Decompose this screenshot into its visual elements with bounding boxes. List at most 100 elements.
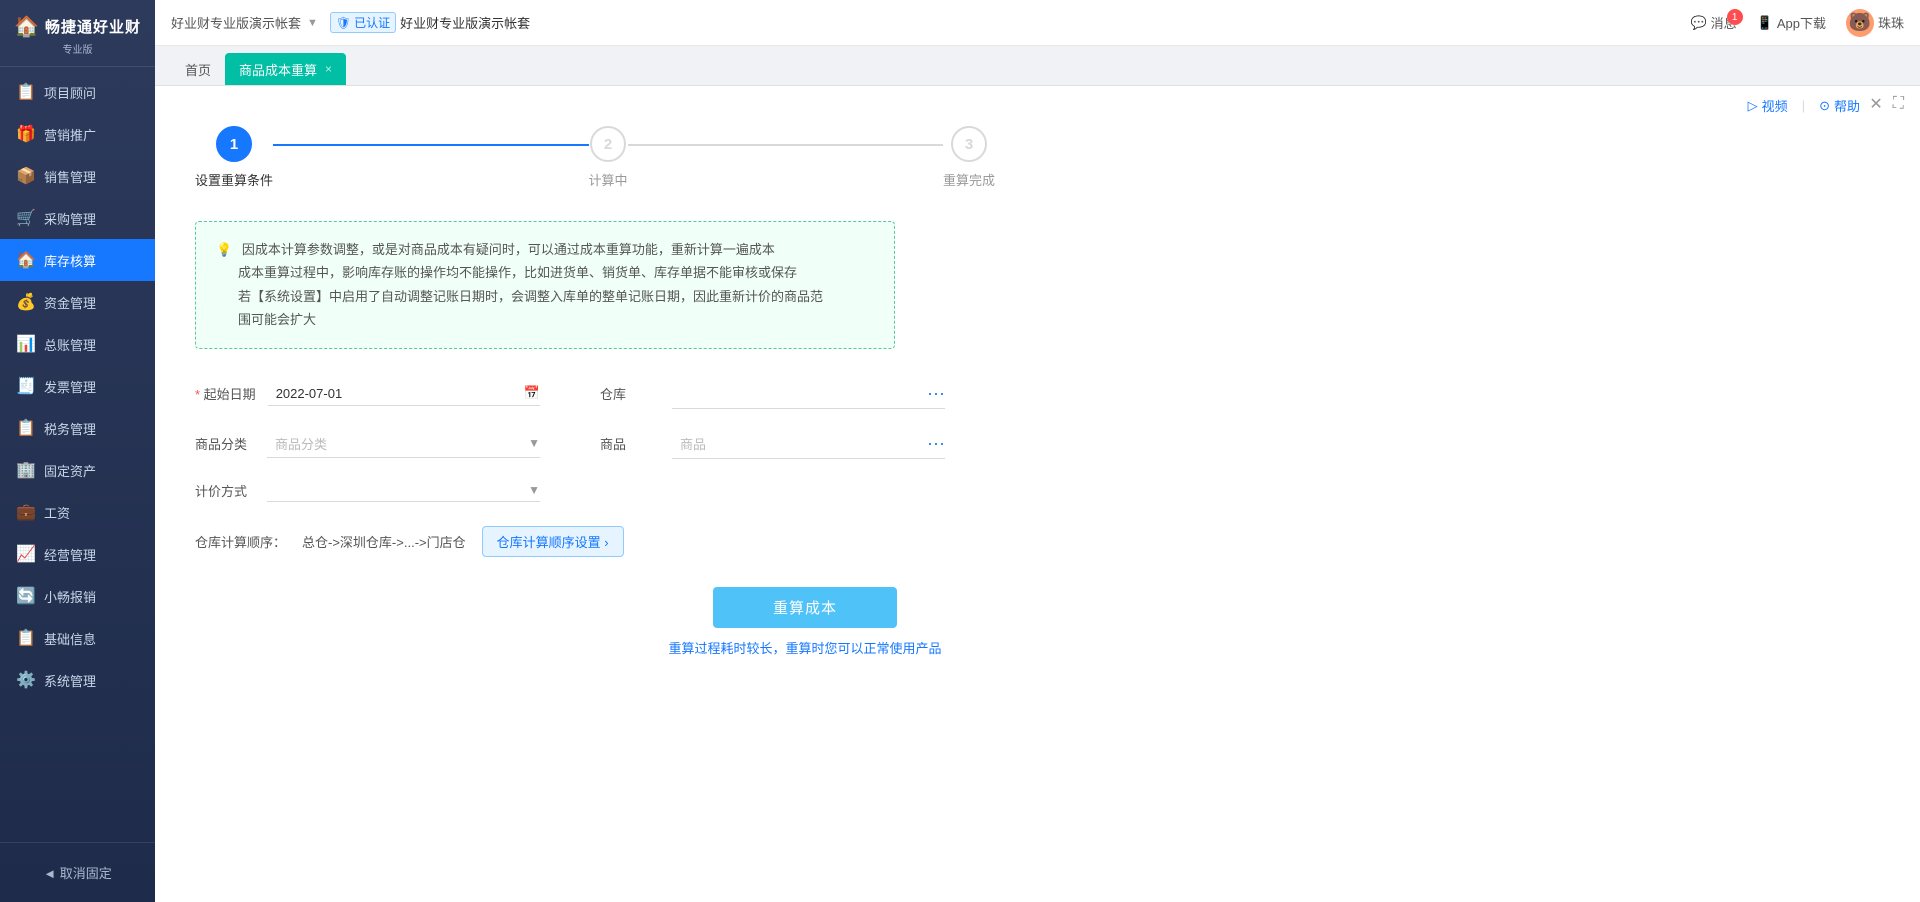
step-2-number: 2	[604, 136, 612, 153]
finance-icon: 💰	[16, 292, 36, 312]
warehouse-order-setting-button[interactable]: 仓库计算顺序设置 ›	[482, 526, 624, 557]
tab-close-icon[interactable]: ×	[325, 62, 332, 76]
purchase-icon: 🛒	[16, 208, 36, 228]
sidebar-bottom: ◄ 取消固定	[0, 842, 155, 902]
step-3-number: 3	[965, 136, 973, 153]
start-date-row: * 起始日期 2022-07-01 📅	[195, 379, 540, 409]
calendar-icon[interactable]: 📅	[524, 385, 540, 401]
help-label: 帮助	[1834, 96, 1860, 115]
sidebar-item-label: 资金管理	[44, 293, 96, 312]
dropdown-icon: ▼	[307, 17, 318, 29]
sidebar-item-inventory[interactable]: 🏠 库存核算	[0, 239, 155, 281]
inventory-icon: 🏠	[16, 250, 36, 270]
category-label: 商品分类	[195, 434, 255, 453]
video-link[interactable]: ▷ 视频	[1748, 96, 1788, 115]
app-download-button[interactable]: 📱 App下载	[1757, 13, 1826, 32]
info-text-1: 因成本计算参数调整，或是对商品成本有疑问时，可以通过成本重算功能，重新计算一遍成…	[242, 242, 775, 257]
sidebar-item-sales[interactable]: 📦 销售管理	[0, 155, 155, 197]
goods-dots-button[interactable]: ···	[919, 433, 945, 454]
info-line-3: 若【系统设置】中启用了自动调整记账日期时，会调整入库单的整单记账日期，因此重新计…	[238, 285, 874, 308]
sidebar-item-purchase[interactable]: 🛒 采购管理	[0, 197, 155, 239]
maximize-window-button[interactable]: ⛶	[1893, 95, 1904, 113]
sidebar-item-accounting[interactable]: 📊 总账管理	[0, 323, 155, 365]
main-area: 好业财专业版演示帐套 ▼ 🛡 已认证 好业财专业版演示帐套 💬 消息 1 📱 A…	[155, 0, 1920, 902]
warehouse-label: 仓库	[600, 384, 660, 403]
topbar-actions: 💬 消息 1 📱 App下载 🐻 珠珠	[1690, 9, 1904, 37]
sidebar-item-system[interactable]: ⚙️ 系统管理	[0, 659, 155, 701]
start-date-value: 2022-07-01	[268, 386, 524, 401]
sidebar-item-payroll[interactable]: 💼 工资	[0, 491, 155, 533]
sidebar-item-assets[interactable]: 🏢 固定资产	[0, 449, 155, 491]
help-link[interactable]: ⊙ 帮助	[1819, 96, 1860, 115]
step-1-circle: 1	[216, 126, 252, 162]
topbar: 好业财专业版演示帐套 ▼ 🛡 已认证 好业财专业版演示帐套 💬 消息 1 📱 A…	[155, 0, 1920, 46]
tabbar: 首页 商品成本重算 ×	[155, 46, 1920, 86]
warehouse-dots-button[interactable]: ···	[919, 383, 945, 404]
sidebar-item-invoice[interactable]: 🧾 发票管理	[0, 365, 155, 407]
info-line-2: 成本重算过程中，影响库存账的操作均不能操作，比如进货单、销货单、库存单据不能审核…	[238, 261, 874, 284]
sidebar-item-label: 基础信息	[44, 629, 96, 648]
message-button[interactable]: 💬 消息 1	[1690, 13, 1736, 32]
category-field[interactable]: 商品分类 ▼	[267, 430, 540, 458]
account-selector[interactable]: 好业财专业版演示帐套 ▼	[171, 13, 318, 32]
avatar: 🐻	[1846, 9, 1874, 37]
verified-account-name: 好业财专业版演示帐套	[400, 13, 530, 32]
category-chevron-icon: ▼	[528, 436, 540, 450]
cancel-fixed-button[interactable]: ◄ 取消固定	[0, 853, 155, 892]
info-line-4: 围可能会扩大	[238, 308, 874, 331]
step-line-1	[273, 144, 588, 146]
sidebar-item-basic[interactable]: 📋 基础信息	[0, 617, 155, 659]
sidebar-item-project[interactable]: 📋 项目顾问	[0, 71, 155, 113]
goods-label: 商品	[600, 434, 660, 453]
step-3: 3 重算完成	[943, 126, 995, 189]
info-icon: 💡	[216, 242, 232, 257]
question-icon: ⊙	[1819, 98, 1830, 114]
verified-section: 🛡 已认证 好业财专业版演示帐套	[330, 12, 530, 33]
help-links: ▷ 视频 | ⊙ 帮助	[1748, 96, 1860, 115]
project-icon: 📋	[16, 82, 36, 102]
pricing-label: 计价方式	[195, 481, 255, 500]
avatar-icon: 🐻	[1849, 12, 1871, 33]
required-mark: *	[195, 387, 204, 402]
info-text-2: 成本重算过程中，影响库存账的操作均不能操作，比如进货单、销货单、库存单据不能审核…	[238, 265, 797, 280]
system-icon: ⚙️	[16, 670, 36, 690]
close-window-button[interactable]: ✕	[1869, 94, 1882, 114]
sidebar-item-expense[interactable]: 🔄 小畅报销	[0, 575, 155, 617]
sidebar-item-finance[interactable]: 💰 资金管理	[0, 281, 155, 323]
accounting-icon: 📊	[16, 334, 36, 354]
sidebar-item-tax[interactable]: 📋 税务管理	[0, 407, 155, 449]
goods-row: 商品 商品 ···	[600, 429, 945, 459]
start-date-field: 2022-07-01 📅	[268, 381, 540, 406]
sidebar: 🏠 畅捷通好业财 专业版 📋 项目顾问 🎁 营销推广 📦 销售管理 🛒 采购管理…	[0, 0, 155, 902]
active-tab-label: 商品成本重算	[239, 60, 317, 79]
tab-recalc[interactable]: 商品成本重算 ×	[225, 53, 346, 85]
step-line-2	[628, 144, 943, 146]
assets-icon: 🏢	[16, 460, 36, 480]
pricing-field[interactable]: ▼	[267, 479, 540, 502]
warehouse-field[interactable]: ···	[672, 379, 945, 409]
sidebar-item-label: 库存核算	[44, 251, 96, 270]
step-3-circle: 3	[951, 126, 987, 162]
sales-icon: 📦	[16, 166, 36, 186]
recalc-button[interactable]: 重算成本	[713, 587, 897, 628]
warehouse-order-value: 总仓->深圳仓库->...->门店仓	[302, 532, 466, 551]
step-3-label: 重算完成	[943, 170, 995, 189]
marketing-icon: 🎁	[16, 124, 36, 144]
message-icon: 💬	[1690, 15, 1706, 31]
sidebar-item-operations[interactable]: 📈 经营管理	[0, 533, 155, 575]
recalc-btn-label: 重算成本	[773, 600, 837, 617]
sidebar-item-label: 系统管理	[44, 671, 96, 690]
user-avatar-button[interactable]: 🐻 珠珠	[1846, 9, 1904, 37]
pricing-row: 计价方式 ▼	[195, 479, 540, 502]
home-tab-label: 首页	[185, 60, 211, 79]
goods-field[interactable]: 商品 ···	[672, 429, 945, 459]
info-box: 💡 因成本计算参数调整，或是对商品成本有疑问时，可以通过成本重算功能，重新计算一…	[195, 221, 895, 349]
sidebar-item-marketing[interactable]: 🎁 营销推广	[0, 113, 155, 155]
sidebar-item-label: 发票管理	[44, 377, 96, 396]
sidebar-item-label: 销售管理	[44, 167, 96, 186]
sidebar-item-label: 经营管理	[44, 545, 96, 564]
tab-home[interactable]: 首页	[171, 53, 225, 85]
sidebar-item-label: 总账管理	[44, 335, 96, 354]
recalc-hint: 重算过程耗时较长，重算时您可以正常使用产品	[668, 638, 941, 657]
app-download-label: App下载	[1777, 13, 1826, 32]
